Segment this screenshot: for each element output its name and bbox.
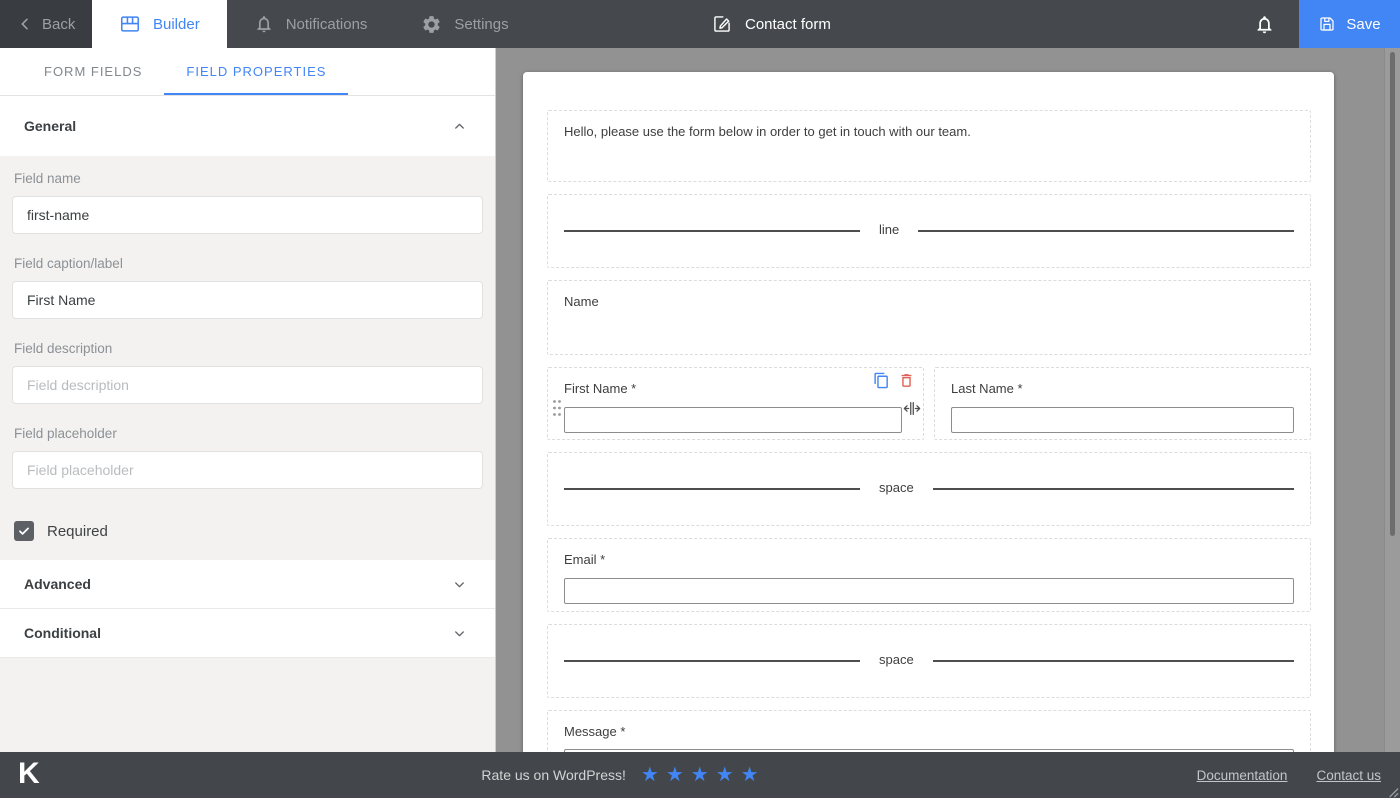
email-input[interactable] bbox=[564, 578, 1294, 604]
notification-bell-button[interactable] bbox=[1254, 0, 1275, 48]
tab-builder-label: Builder bbox=[153, 16, 200, 33]
field-placeholder-input[interactable] bbox=[12, 451, 483, 489]
heading-block[interactable]: Name bbox=[547, 280, 1311, 355]
form-preview-card: Hello, please use the form below in orde… bbox=[523, 72, 1334, 752]
divider-line-right bbox=[933, 660, 1294, 662]
rate-text: Rate us on WordPress! bbox=[481, 767, 625, 783]
edit-icon[interactable] bbox=[712, 14, 732, 34]
last-name-input[interactable] bbox=[951, 407, 1294, 433]
star-icon[interactable]: ★ bbox=[741, 765, 759, 785]
sidebar-tabs: FORM FIELDS FIELD PROPERTIES bbox=[0, 48, 495, 96]
form-title[interactable]: Contact form bbox=[745, 16, 831, 33]
heading-text: Name bbox=[564, 294, 599, 309]
last-name-label: Last Name * bbox=[951, 381, 1294, 396]
divider-line-left bbox=[564, 230, 860, 232]
tab-builder[interactable]: Builder bbox=[92, 0, 227, 48]
save-icon bbox=[1318, 15, 1336, 33]
field-description-input[interactable] bbox=[12, 366, 483, 404]
general-panel: Field name Field caption/label Field des… bbox=[0, 171, 495, 560]
intro-text: Hello, please use the form below in orde… bbox=[564, 124, 971, 139]
tab-field-properties[interactable]: FIELD PROPERTIES bbox=[164, 48, 348, 95]
accordion-general[interactable]: General bbox=[0, 96, 495, 156]
tab-form-fields[interactable]: FORM FIELDS bbox=[22, 48, 164, 95]
divider-line-right bbox=[933, 488, 1294, 490]
chevron-down-icon bbox=[452, 577, 467, 592]
contact-us-link[interactable]: Contact us bbox=[1316, 768, 1381, 783]
name-fields-row: First Name * Last Name bbox=[547, 367, 1311, 440]
back-button[interactable]: Back bbox=[0, 0, 92, 48]
field-placeholder-label: Field placeholder bbox=[14, 426, 481, 441]
accordion-advanced-title: Advanced bbox=[24, 576, 91, 592]
required-checkbox[interactable] bbox=[14, 521, 34, 541]
gear-icon bbox=[421, 14, 442, 35]
form-title-group: Contact form bbox=[712, 0, 831, 48]
required-row: Required bbox=[14, 521, 481, 541]
star-icon[interactable]: ★ bbox=[666, 765, 684, 785]
chevron-down-icon bbox=[452, 626, 467, 641]
rating-stars: ★ ★ ★ ★ ★ bbox=[641, 765, 759, 785]
accordion-general-title: General bbox=[24, 118, 76, 134]
bell-icon bbox=[1254, 14, 1275, 35]
trash-icon[interactable] bbox=[898, 372, 915, 389]
divider-line-right bbox=[918, 230, 1294, 232]
field-name-label: Field name bbox=[14, 171, 481, 186]
message-block[interactable]: Message * bbox=[547, 710, 1311, 752]
builder-icon bbox=[119, 13, 141, 35]
resize-handle-icon[interactable] bbox=[903, 401, 921, 416]
accordion-conditional-title: Conditional bbox=[24, 625, 101, 641]
vertical-scrollbar[interactable] bbox=[1384, 48, 1400, 752]
resize-grip-icon[interactable] bbox=[1384, 783, 1399, 798]
drag-handle-icon[interactable] bbox=[552, 399, 562, 417]
space-divider-block[interactable]: space bbox=[547, 452, 1311, 526]
message-label: Message * bbox=[564, 724, 1294, 739]
field-name-input[interactable] bbox=[12, 196, 483, 234]
bell-icon bbox=[254, 14, 274, 34]
accordion-advanced[interactable]: Advanced bbox=[0, 560, 495, 609]
space-divider-block[interactable]: space bbox=[547, 624, 1311, 698]
space-divider-label: space bbox=[879, 652, 914, 667]
form-canvas: Hello, please use the form below in orde… bbox=[496, 48, 1400, 752]
tab-notifications-label: Notifications bbox=[286, 16, 368, 33]
tab-settings-label: Settings bbox=[454, 16, 508, 33]
check-icon bbox=[17, 524, 31, 538]
first-name-block[interactable]: First Name * bbox=[547, 367, 924, 440]
chevron-left-icon bbox=[17, 16, 33, 32]
space-divider-label: space bbox=[879, 480, 914, 495]
kali-forms-logo: K bbox=[18, 757, 40, 791]
back-label: Back bbox=[42, 16, 75, 33]
first-name-label: First Name * bbox=[564, 381, 907, 396]
field-description-label: Field description bbox=[14, 341, 481, 356]
tab-settings[interactable]: Settings bbox=[394, 0, 535, 48]
top-bar: Back Builder Notifications Settings Cont… bbox=[0, 0, 1400, 48]
duplicate-icon[interactable] bbox=[873, 372, 890, 389]
footer-bar: K Rate us on WordPress! ★ ★ ★ ★ ★ Docume… bbox=[0, 752, 1400, 798]
field-caption-label: Field caption/label bbox=[14, 256, 481, 271]
tab-notifications[interactable]: Notifications bbox=[227, 0, 395, 48]
divider-line-left bbox=[564, 488, 860, 490]
rate-group: Rate us on WordPress! ★ ★ ★ ★ ★ bbox=[481, 752, 758, 798]
email-label: Email * bbox=[564, 552, 1294, 567]
documentation-link[interactable]: Documentation bbox=[1197, 768, 1288, 783]
last-name-block[interactable]: Last Name * bbox=[934, 367, 1311, 440]
star-icon[interactable]: ★ bbox=[716, 765, 734, 785]
line-divider-block[interactable]: line bbox=[547, 194, 1311, 268]
first-name-input[interactable] bbox=[564, 407, 902, 433]
accordion-conditional[interactable]: Conditional bbox=[0, 609, 495, 658]
footer-links: Documentation Contact us bbox=[1197, 752, 1381, 798]
field-caption-input[interactable] bbox=[12, 281, 483, 319]
properties-sidebar: FORM FIELDS FIELD PROPERTIES General Fie… bbox=[0, 48, 496, 752]
divider-line-left bbox=[564, 660, 860, 662]
text-block[interactable]: Hello, please use the form below in orde… bbox=[547, 110, 1311, 182]
scrollbar-thumb[interactable] bbox=[1390, 52, 1395, 536]
block-controls bbox=[873, 372, 915, 389]
chevron-up-icon bbox=[452, 119, 467, 134]
star-icon[interactable]: ★ bbox=[641, 765, 659, 785]
save-label: Save bbox=[1346, 16, 1380, 33]
email-block[interactable]: Email * bbox=[547, 538, 1311, 612]
save-button[interactable]: Save bbox=[1299, 0, 1400, 48]
required-label: Required bbox=[47, 523, 108, 540]
star-icon[interactable]: ★ bbox=[691, 765, 709, 785]
line-divider-label: line bbox=[879, 222, 899, 237]
